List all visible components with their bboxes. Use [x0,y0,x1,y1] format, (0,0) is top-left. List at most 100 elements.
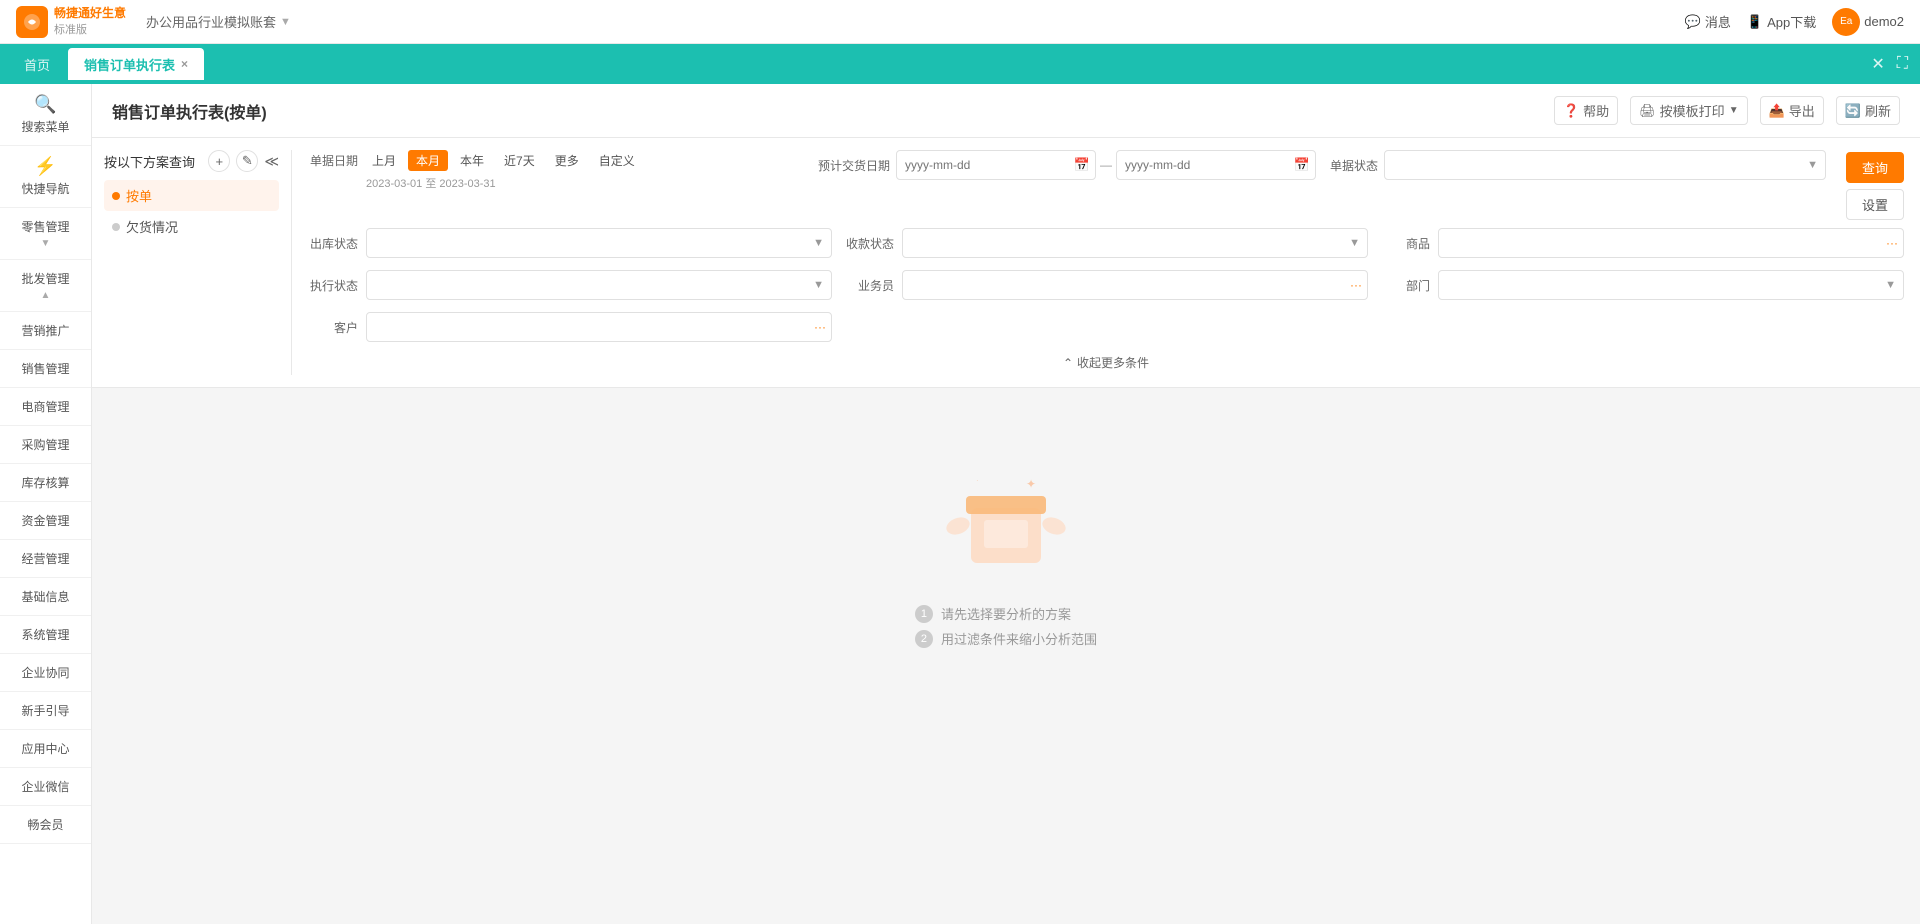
exec-status-select[interactable] [366,270,832,300]
sidebar-item-enterprisewx[interactable]: 企业微信 [0,768,91,806]
department-select[interactable] [1438,270,1904,300]
sidebar-item-retail[interactable]: 零售管理 ▼ [0,208,91,260]
tab-expand-icon[interactable]: ⛶ [1897,55,1908,73]
logo-icon [16,6,48,38]
filter-left: 按以下方案查询 + ✎ ≪ 按单 欠货情况 [92,150,292,375]
enterprisewx-label: 企业微信 [21,778,69,795]
query-button[interactable]: 查询 [1846,152,1904,183]
template-print-arrow-icon: ▼ [1729,105,1739,116]
collapse-more-button[interactable]: ⌃ 收起更多条件 [308,350,1904,375]
salesperson-ellipsis-icon[interactable]: ··· [1350,278,1362,292]
sidebar-item-sales[interactable]: 销售管理 [0,350,91,388]
member-label: 畅会员 [27,816,63,833]
sidebar-search-label: 搜索菜单 [21,118,69,135]
top-nav-right: 💬 消息 📱 App下载 Ea demo2 [1685,8,1904,36]
exec-status-item: 执行状态 ▼ [308,270,832,300]
hint-text-2: 用过滤条件来缩小分析范围 [941,629,1097,648]
export-button[interactable]: 📤 导出 [1760,96,1824,125]
sidebar-item-ecommerce[interactable]: 电商管理 [0,388,91,426]
sidebar-item-system[interactable]: 系统管理 [0,616,91,654]
sidebar-quicknav-label: 快捷导航 [21,180,69,197]
date-tab-thisyear[interactable]: 本年 [452,150,492,171]
sidebar-item-enterprise[interactable]: 企业协同 [0,654,91,692]
sidebar-item-operation[interactable]: 经营管理 [0,540,91,578]
app-download-nav-item[interactable]: 📱 App下载 [1747,12,1816,31]
tab-bar-actions: ✕ ⛶ [1859,54,1920,74]
message-nav-item[interactable]: 💬 消息 [1685,12,1731,31]
date-tab-lastmonth[interactable]: 上月 [364,150,404,171]
collapse-scheme-button[interactable]: ≪ [264,153,279,170]
customer-label: 客户 [308,319,358,336]
date-tab-more[interactable]: 更多 [547,150,587,171]
salesperson-input[interactable] [902,270,1368,300]
edit-scheme-button[interactable]: ✎ [236,150,258,172]
collapse-chevron-icon: ⌃ [1063,356,1073,370]
customer-input[interactable] [366,312,832,342]
customer-ellipsis-icon[interactable]: ··· [814,320,826,334]
product-ellipsis-icon[interactable]: ··· [1886,236,1898,250]
department-control: ▼ [1438,270,1904,300]
outbound-status-label: 出库状态 [308,235,358,252]
filter-row-3: 执行状态 ▼ 业务员 ··· [308,270,1904,300]
sidebar-item-appcenter[interactable]: 应用中心 [0,730,91,768]
department-label: 部门 [1380,277,1430,294]
date-label: 单据日期 [308,152,358,169]
refresh-icon: 🔄 [1845,103,1861,119]
order-status-select[interactable] [1384,150,1826,180]
help-button[interactable]: ❓ 帮助 [1554,96,1618,125]
sidebar-item-search[interactable]: 🔍 搜索菜单 [0,84,91,146]
setting-button[interactable]: 设置 [1846,189,1904,220]
sidebar-item-newbie[interactable]: 新手引导 [0,692,91,730]
search-icon: 🔍 [34,94,56,115]
retail-arrow-icon: ▼ [41,238,51,249]
sidebar-item-wholesale[interactable]: 批发管理 ▲ [0,260,91,312]
date-tab-last7[interactable]: 近7天 [496,150,543,171]
outbound-status-select[interactable] [366,228,832,258]
template-print-button[interactable]: 🖨 按模板打印 ▼ [1630,96,1747,125]
sidebar-item-finance[interactable]: 资金管理 [0,502,91,540]
date-tab-custom[interactable]: 自定义 [591,150,643,171]
outbound-status-item: 出库状态 ▼ [308,228,832,258]
receipt-status-select[interactable] [902,228,1368,258]
sidebar: 🔍 搜索菜单 ⚡ 快捷导航 零售管理 ▼ 批发管理 ▲ 营销推广 销售管理 电商… [0,84,92,924]
appcenter-label: 应用中心 [21,740,69,757]
logo-text-area: 畅捷通好生意 标准版 [54,6,126,36]
empty-svg: ✦ · · [946,468,1066,578]
export-icon: 📤 [1769,103,1785,119]
product-input[interactable] [1438,228,1904,258]
retail-label: 零售管理 [21,218,69,235]
tab-home[interactable]: 首页 [8,48,66,80]
product-control: ··· [1438,228,1904,258]
filter-right: 单据日期 上月 本月 本年 近7天 更多 自定义 2023-03-0 [292,150,1920,375]
date-tab-thismonth[interactable]: 本月 [408,150,448,171]
finance-label: 资金管理 [21,512,69,529]
export-label: 导出 [1789,101,1815,120]
scheme-item-byorder[interactable]: 按单 [104,180,279,211]
newbie-label: 新手引导 [21,702,69,719]
expected-date-end-input[interactable] [1116,150,1316,180]
filter-row-4: 客户 ··· [308,312,1904,342]
sidebar-item-basic[interactable]: 基础信息 [0,578,91,616]
sidebar-item-marketing[interactable]: 营销推广 [0,312,91,350]
refresh-button[interactable]: 🔄 刷新 [1836,96,1900,125]
system-label: 系统管理 [21,626,69,643]
breadcrumb[interactable]: 办公用品行业模拟账套 ▼ [146,12,291,31]
print-icon: 🖨 [1639,103,1656,119]
sidebar-item-purchase[interactable]: 采购管理 [0,426,91,464]
tab-close-window-icon[interactable]: ✕ [1871,54,1884,74]
tab-sales-exec[interactable]: 销售订单执行表 × [68,48,204,80]
user-nav-item[interactable]: Ea demo2 [1832,8,1904,36]
svg-text:·: · [976,476,979,485]
enterprise-label: 企业协同 [21,664,69,681]
sidebar-item-quicknav[interactable]: ⚡ 快捷导航 [0,146,91,208]
scheme-item-bydebt[interactable]: 欠货情况 [104,211,279,242]
salesperson-item: 业务员 ··· [844,270,1368,300]
sidebar-item-inventory[interactable]: 库存核算 [0,464,91,502]
logo-text: 畅捷通好生意 [54,6,126,20]
tab-close-icon[interactable]: × [181,57,188,71]
expected-date-start-input[interactable] [896,150,1096,180]
scheme-dot [112,192,120,200]
page-header: 销售订单执行表(按单) ❓ 帮助 🖨 按模板打印 ▼ 📤 导出 🔄 刷新 [92,84,1920,138]
sidebar-item-member[interactable]: 畅会员 [0,806,91,844]
add-scheme-button[interactable]: + [208,150,230,172]
